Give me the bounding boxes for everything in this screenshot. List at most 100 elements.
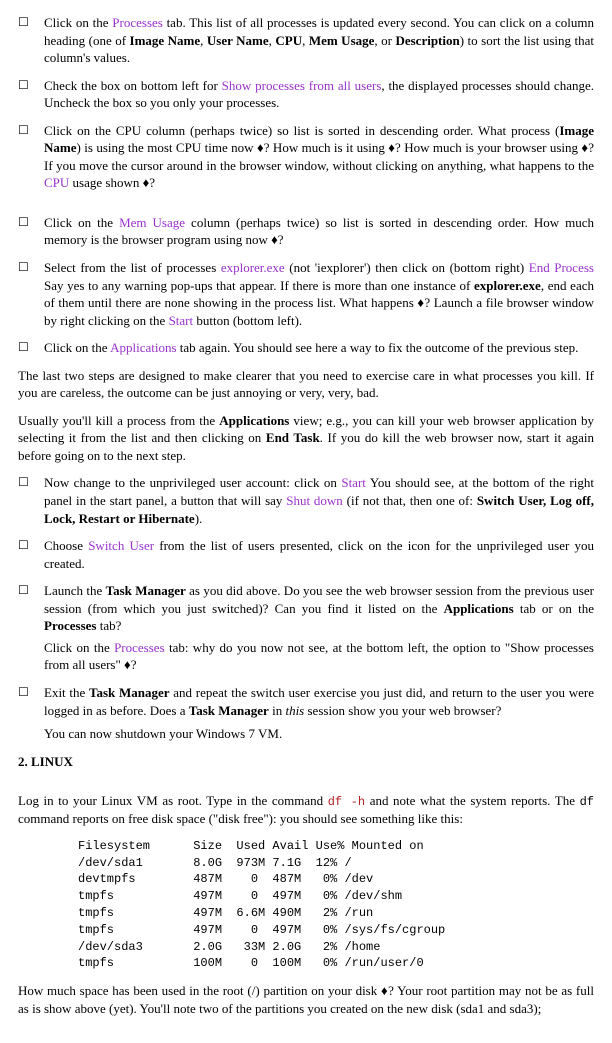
checkbox-icon: ☐ <box>18 684 32 743</box>
text: You can now shutdown your Windows 7 VM. <box>44 726 282 741</box>
text: ? <box>278 232 284 247</box>
shutdown-link[interactable]: Shut down <box>286 493 343 508</box>
bullet-text: Launch the Task Manager as you did above… <box>44 582 594 674</box>
text: Click on the <box>44 215 119 230</box>
checkbox-icon: ☐ <box>18 339 32 357</box>
mono-text: df <box>580 795 594 809</box>
bold-text: Processes <box>44 618 96 633</box>
text: Launch the <box>44 583 106 598</box>
text: (if not that, then one of: <box>343 493 477 508</box>
text: Click on the <box>44 640 114 655</box>
paragraph: The last two steps are designed to make … <box>18 367 594 402</box>
diamond-icon: ♦ <box>271 232 278 247</box>
processes-link[interactable]: Processes <box>114 640 165 655</box>
text: tab? <box>96 618 121 633</box>
bullet-1: ☐ Click on the Processes tab. This list … <box>18 14 594 67</box>
text: ). <box>195 511 203 526</box>
text: Log in to your Linux VM as root. Type in… <box>18 793 328 808</box>
text: and note what the system reports. The <box>365 793 580 808</box>
text: Choose <box>44 538 88 553</box>
bullet-text: Choose Switch User from the list of user… <box>44 537 594 572</box>
bullet-9: ☐ Launch the Task Manager as you did abo… <box>18 582 594 674</box>
bullet-4: ☐ Click on the Mem Usage column (perhaps… <box>18 214 594 249</box>
terminal-output: Filesystem Size Used Avail Use% Mounted … <box>78 838 594 972</box>
text: Click on the <box>44 15 112 30</box>
text: tab again. You should see here a way to … <box>177 340 579 355</box>
mem-usage-link[interactable]: Mem Usage <box>119 215 185 230</box>
paragraph: Usually you'll kill a process from the A… <box>18 412 594 465</box>
bullet-3: ☐ Click on the CPU column (perhaps twice… <box>18 122 594 192</box>
text: Usually you'll kill a process from the <box>18 413 219 428</box>
bold-text: Applications <box>444 601 514 616</box>
text: , <box>200 33 207 48</box>
bullet-text: Click on the CPU column (perhaps twice) … <box>44 122 594 192</box>
bullet-5: ☐ Select from the list of processes expl… <box>18 259 594 329</box>
applications-link[interactable]: Applications <box>110 340 176 355</box>
bold-text: End Task <box>266 430 320 445</box>
text: Say yes to any warning pop-ups that appe… <box>44 278 474 293</box>
bullet-7: ☐ Now change to the unprivileged user ac… <box>18 474 594 527</box>
checkbox-icon: ☐ <box>18 537 32 572</box>
text: ? How much is it using <box>264 140 388 155</box>
show-all-users-link[interactable]: Show processes from all users <box>222 78 382 93</box>
bold-text: Applications <box>219 413 289 428</box>
text: , or <box>374 33 395 48</box>
bold-text: Task Manager <box>89 685 170 700</box>
bold-text: CPU <box>275 33 302 48</box>
switch-user-link[interactable]: Switch User <box>88 538 154 553</box>
text: , <box>302 33 309 48</box>
bold-text: Task Manager <box>106 583 186 598</box>
bullet-text: Click on the Processes tab. This list of… <box>44 14 594 67</box>
text: button (bottom left). <box>193 313 302 328</box>
text: How much space has been used in the root… <box>18 983 381 998</box>
text: session show you your web browser? <box>304 703 501 718</box>
bullet-text: Check the box on bottom left for Show pr… <box>44 77 594 112</box>
diamond-icon: ♦ <box>124 657 131 672</box>
text: Now change to the unprivileged user acco… <box>44 475 341 490</box>
text: Click on the <box>44 340 110 355</box>
processes-link[interactable]: Processes <box>112 15 163 30</box>
bold-text: Image Name <box>130 33 201 48</box>
text: ? How much is your browser using <box>395 140 581 155</box>
checkbox-icon: ☐ <box>18 14 32 67</box>
checkbox-icon: ☐ <box>18 474 32 527</box>
start-link[interactable]: Start <box>169 313 194 328</box>
text: Exit the <box>44 685 89 700</box>
bullet-text: Now change to the unprivileged user acco… <box>44 474 594 527</box>
bullet-text: Click on the Mem Usage column (perhaps t… <box>44 214 594 249</box>
checkbox-icon: ☐ <box>18 259 32 329</box>
text: Click on the CPU column (perhaps twice) … <box>44 123 559 138</box>
text: Select from the list of processes <box>44 260 221 275</box>
bullet-text: Select from the list of processes explor… <box>44 259 594 329</box>
text: command reports on free disk space ("dis… <box>18 811 463 826</box>
bold-text: Task Manager <box>189 703 269 718</box>
checkbox-icon: ☐ <box>18 77 32 112</box>
text: Check the box on bottom left for <box>44 78 222 93</box>
diamond-icon: ♦ <box>257 140 264 155</box>
checkbox-icon: ☐ <box>18 214 32 249</box>
checkbox-icon: ☐ <box>18 582 32 674</box>
text: (not 'iexplorer') then click on (bottom … <box>285 260 529 275</box>
bullet-8: ☐ Choose Switch User from the list of us… <box>18 537 594 572</box>
start-link[interactable]: Start <box>341 475 366 490</box>
bold-text: Description <box>395 33 459 48</box>
bold-text: explorer.exe <box>474 278 541 293</box>
bullet-text: Exit the Task Manager and repeat the swi… <box>44 684 594 743</box>
checkbox-icon: ☐ <box>18 122 32 192</box>
command-text: df -h <box>328 795 365 809</box>
text: ) is using the most CPU time now <box>77 140 257 155</box>
paragraph: How much space has been used in the root… <box>18 982 594 1017</box>
end-process-link[interactable]: End Process <box>529 260 594 275</box>
text: tab or on the <box>514 601 594 616</box>
bullet-2: ☐ Check the box on bottom left for Show … <box>18 77 594 112</box>
text: in <box>269 703 286 718</box>
section-heading-linux: 2. LINUX <box>18 753 594 771</box>
text: usage shown <box>69 175 142 190</box>
cpu-link[interactable]: CPU <box>44 175 69 190</box>
bullet-6: ☐ Click on the Applications tab again. Y… <box>18 339 594 357</box>
italic-text: this <box>285 703 304 718</box>
bullet-text: Click on the Applications tab again. You… <box>44 339 594 357</box>
bold-text: Mem Usage <box>309 33 375 48</box>
text: ? <box>131 657 137 672</box>
explorer-link[interactable]: explorer.exe <box>221 260 285 275</box>
